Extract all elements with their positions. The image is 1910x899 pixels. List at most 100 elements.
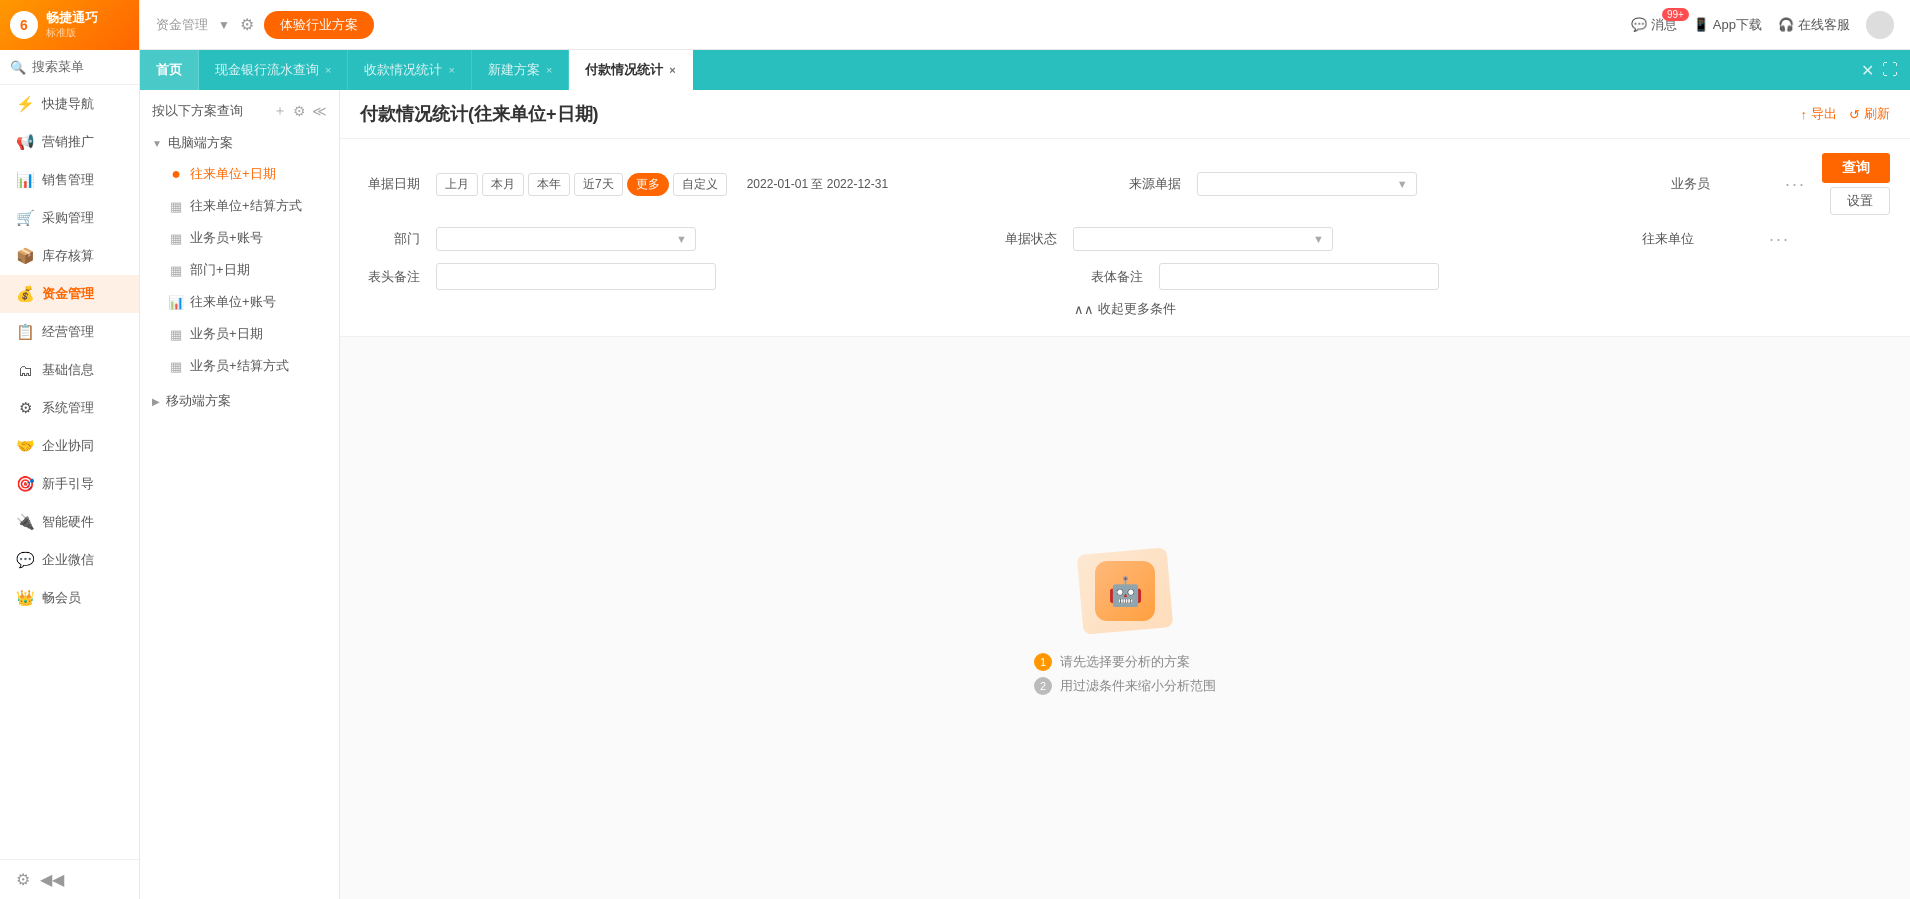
sidebar-item-marketing[interactable]: 📢营销推广 [0,123,139,161]
sidebar-item-label-sales: 销售管理 [42,171,94,189]
source-select[interactable]: ▼ [1197,172,1416,196]
scheme-table-icon-3: ▦ [168,262,184,278]
collapse-button[interactable]: ∧∧ 收起更多条件 [1074,300,1176,318]
tab-cash-bank-close[interactable]: × [325,64,331,76]
scheme-item-dept-date-label: 部门+日期 [190,261,250,279]
date-btn-this-month[interactable]: 本月 [482,173,524,196]
sidebar-item-label-member: 畅会员 [42,589,81,607]
content-area: 按以下方案查询 ＋ ⚙ ≪ ▼ 电脑端方案 ● 往来单位+日期 ▦ [140,90,1910,899]
scheme-item-staff-settle[interactable]: ▦ 业务员+结算方式 [140,350,339,382]
sidebar-item-system[interactable]: ⚙ 系统管理 [0,389,139,427]
tab-payments[interactable]: 付款情况统计 × [569,50,692,90]
page-title: 付款情况统计(往来单位+日期) [360,102,599,126]
tab-home[interactable]: 首页 [140,50,199,90]
table-header-input[interactable] [436,263,716,290]
trial-button[interactable]: 体验行业方案 [264,11,374,39]
date-btn-custom[interactable]: 自定义 [673,173,727,196]
scheme-item-unit-date[interactable]: ● 往来单位+日期 [140,158,339,190]
sidebar-item-member[interactable]: 👑畅会员 [0,579,139,617]
sidebar-header: 6 畅捷通巧 标准版 [0,0,139,50]
sidebar-item-capital[interactable]: 💰资金管理 [0,275,139,313]
refresh-button[interactable]: ↺ 刷新 [1849,105,1890,123]
table-body-input[interactable] [1159,263,1439,290]
collapse-row: ∧∧ 收起更多条件 [360,290,1890,322]
right-panel: 付款情况统计(往来单位+日期) ↑ 导出 ↺ 刷新 单据日期 [340,90,1910,899]
sidebar-item-icon-sales: 📊 [16,171,34,189]
scheme-group-arrow-icon: ▼ [152,138,162,149]
scheme-item-staff-date[interactable]: ▦ 业务员+日期 [140,318,339,350]
sidebar-item-smart-hw[interactable]: 🔌智能硬件 [0,503,139,541]
tab-receipts-close[interactable]: × [448,64,454,76]
hint-num-2: 2 [1034,677,1052,695]
scheme-table-icon-1: ▦ [168,198,184,214]
export-label: 导出 [1811,105,1837,123]
scheme-item-unit-settle[interactable]: ▦ 往来单位+结算方式 [140,190,339,222]
sidebar-item-icon-system: ⚙ [16,399,34,417]
sidebar-item-icon-marketing: 📢 [16,133,34,151]
expand-tab-icon[interactable]: ⛶ [1882,61,1898,79]
scheme-settings-icon[interactable]: ⚙ [293,103,306,119]
export-icon: ↑ [1801,107,1808,122]
sidebar-item-label-guide: 新手引导 [42,475,94,493]
sidebar-item-inventory[interactable]: 📦库存核算 [0,237,139,275]
sidebar-item-label-enterprise: 企业协同 [42,437,94,455]
scheme-group-desktop-title[interactable]: ▼ 电脑端方案 [140,128,339,158]
online-service-btn[interactable]: 🎧 在线客服 [1778,16,1850,34]
settings-filter-button[interactable]: 设置 [1830,187,1890,215]
scheme-item-dept-date[interactable]: ▦ 部门+日期 [140,254,339,286]
date-btn-more[interactable]: 更多 [627,173,669,196]
sidebar-item-quick-nav[interactable]: ⚡ 快捷导航 [0,85,139,123]
sidebar-item-basic-info[interactable]: 🗂基础信息 [0,351,139,389]
scheme-header: 按以下方案查询 ＋ ⚙ ≪ [140,102,339,128]
empty-state: 🤖 1 请先选择要分析的方案 2 用过滤条件来缩小分析范围 [340,337,1910,899]
app-download-btn[interactable]: 📱 App下载 [1693,16,1762,34]
sidebar-item-sales[interactable]: 📊 销售管理 [0,161,139,199]
scheme-item-unit-account[interactable]: 📊 往来单位+账号 [140,286,339,318]
service-label: 在线客服 [1798,16,1850,34]
dept-select[interactable]: ▼ [436,227,696,251]
settings-icon[interactable]: ⚙ [240,15,254,34]
sidebar-item-label-system: 系统管理 [42,399,94,417]
scheme-item-unit-date-label: 往来单位+日期 [190,165,276,183]
query-button[interactable]: 查询 [1822,153,1890,183]
tabbar: 首页 现金银行流水查询 × 收款情况统计 × 新建方案 × 付款情况统计 × ✕… [140,50,1910,90]
export-button[interactable]: ↑ 导出 [1801,105,1838,123]
sidebar-item-label-purchase: 采购管理 [42,209,94,227]
close-tab-icon[interactable]: ✕ [1861,61,1874,80]
sidebar-item-icon-operation: 📋 [16,323,34,341]
scheme-group-mobile-title[interactable]: ▶ 移动端方案 [140,386,339,416]
date-label: 单据日期 [360,175,420,193]
scheme-add-icon[interactable]: ＋ [273,102,287,120]
breadcrumb-dropdown-icon[interactable]: ▼ [218,18,230,32]
tab-payments-close[interactable]: × [669,64,675,76]
hint-num-1: 1 [1034,653,1052,671]
tab-cash-bank[interactable]: 现金银行流水查询 × [199,50,348,90]
tab-receipts[interactable]: 收款情况统计 × [348,50,471,90]
unit-dots: ··· [1769,229,1790,250]
scheme-collapse-icon[interactable]: ≪ [312,103,327,119]
tab-new-scheme-close[interactable]: × [546,64,552,76]
messages-btn[interactable]: 💬 消息 99+ [1631,16,1677,34]
date-btn-last-month[interactable]: 上月 [436,173,478,196]
sidebar-item-enterprise[interactable]: 🤝 企业协同 [0,427,139,465]
tab-new-scheme[interactable]: 新建方案 × [472,50,569,90]
sidebar-item-label-quick-nav: 快捷导航 [42,95,94,113]
sidebar-item-purchase[interactable]: 🛒采购管理 [0,199,139,237]
sidebar-item-guide[interactable]: 🎯新手引导 [0,465,139,503]
app-icon: 📱 [1693,17,1709,32]
settings-footer-icon[interactable]: ⚙ [16,870,30,889]
sidebar-item-icon-enterprise: 🤝 [16,437,34,455]
table-header-label: 表头备注 [360,268,420,286]
logo-name: 畅捷通巧 [46,10,98,26]
date-btn-last-7[interactable]: 近7天 [574,173,623,196]
sidebar-item-wechat[interactable]: 💬企业微信 [0,541,139,579]
doc-status-select[interactable]: ▼ [1073,227,1333,251]
user-avatar[interactable] [1866,11,1894,39]
scheme-item-staff-account[interactable]: ▦ 业务员+账号 [140,222,339,254]
sidebar-item-icon-smart-hw: 🔌 [16,513,34,531]
sidebar-item-icon-quick-nav: ⚡ [16,95,34,113]
date-btn-this-year[interactable]: 本年 [528,173,570,196]
sidebar-item-operation[interactable]: 📋经营管理 [0,313,139,351]
sidebar-search[interactable]: 🔍 搜索菜单 [0,50,139,85]
collapse-sidebar-icon[interactable]: ◀◀ [40,870,64,889]
